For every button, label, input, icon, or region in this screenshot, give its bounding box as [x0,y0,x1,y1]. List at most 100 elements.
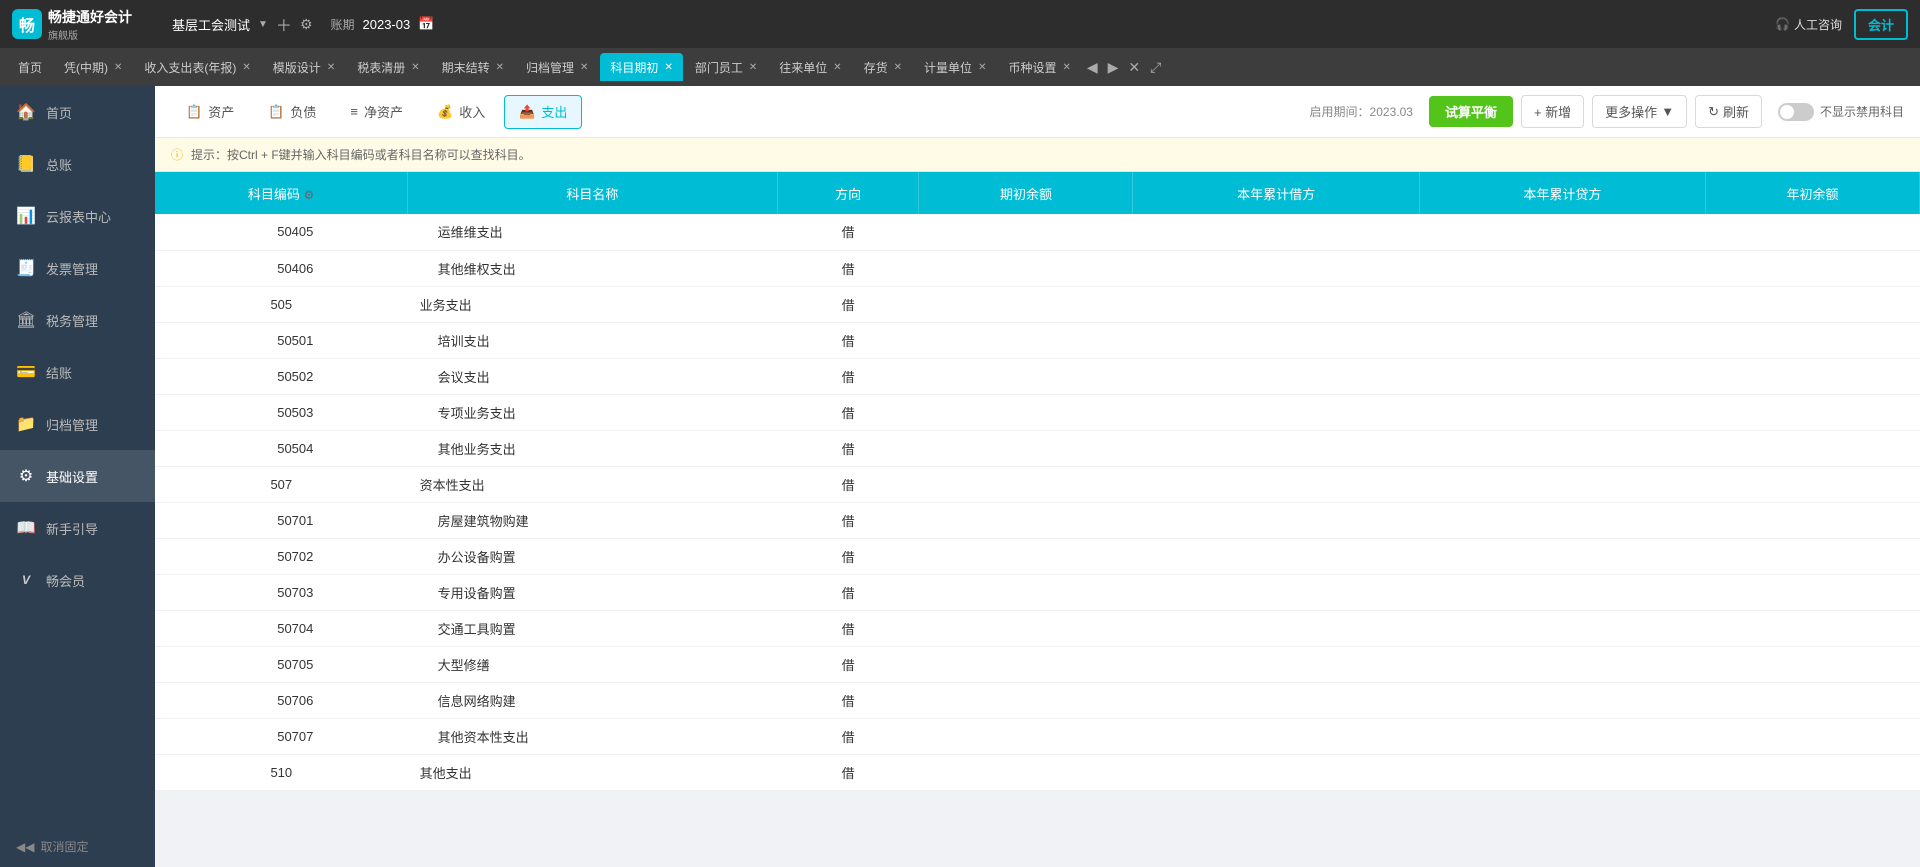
sidebar-item-tax[interactable]: 🏛 税务管理 [0,294,155,346]
cell-dir: 借 [777,646,919,682]
table-row[interactable]: 50701房屋建筑物购建借 [155,502,1920,538]
cell-ytd-credit [1419,358,1705,394]
tab-close-voucher[interactable]: ✕ [114,62,122,73]
cell-ytd-debit [1133,718,1419,754]
cell-opening [919,358,1133,394]
tab-income-cat[interactable]: 💰 收入 [422,95,500,129]
calendar-icon[interactable]: 📅 [418,16,434,32]
settings-icon[interactable]: ⚙ [300,16,313,33]
tab-liability[interactable]: 📋 负债 [253,95,331,129]
tab-template[interactable]: 模版设计 ✕ [263,53,345,81]
table-row[interactable]: 50405运维维支出借 [155,214,1920,250]
cell-ytd-credit [1419,718,1705,754]
table-row[interactable]: 50406其他维权支出借 [155,250,1920,286]
tab-asset[interactable]: 📋 资产 [171,95,249,129]
cell-opening [919,646,1133,682]
tab-tax[interactable]: 税表清册 ✕ [347,53,429,81]
tab-unit[interactable]: 计量单位 ✕ [914,53,996,81]
cell-dir: 借 [777,322,919,358]
tab-inventory[interactable]: 存货 ✕ [854,53,912,81]
th-year-opening: 年初余额 [1705,172,1919,214]
tab-expenditure[interactable]: 📤 支出 [504,95,582,129]
add-button[interactable]: + 新增 [1521,95,1584,128]
column-settings-icon[interactable]: ⚙ [303,188,314,202]
sidebar-item-vip[interactable]: V 畅会员 [0,554,155,606]
tab-close-unit[interactable]: ✕ [978,62,986,73]
more-button[interactable]: 更多操作 ▼ [1592,95,1687,128]
cell-year-opening [1705,466,1919,502]
table-header-row: 科目编码 ⚙ 科目名称 方向 期初余额 本年累计借方 本年累计贷方 年初余额 [155,172,1920,214]
sidebar-item-settings[interactable]: ⚙ 基础设置 [0,450,155,502]
table-row[interactable]: 50705大型修缮借 [155,646,1920,682]
table-row[interactable]: 50703专用设备购置借 [155,574,1920,610]
cell-opening [919,250,1133,286]
cell-name: 信息网络购建 [408,682,778,718]
balance-button[interactable]: 试算平衡 [1429,96,1513,127]
cell-year-opening [1705,286,1919,322]
table-row[interactable]: 507资本性支出借 [155,466,1920,502]
tab-close-archive[interactable]: ✕ [580,62,588,73]
toggle-disabled[interactable]: 不显示禁用科目 [1778,103,1904,121]
sidebar-item-ledger[interactable]: 📒 总账 [0,138,155,190]
sidebar-item-archive[interactable]: 📁 归档管理 [0,398,155,450]
refresh-button[interactable]: ↻ 刷新 [1695,95,1762,128]
tab-close-income[interactable]: ✕ [242,62,250,73]
th-dir: 方向 [777,172,919,214]
cell-code: 50501 [155,322,408,358]
toggle-track[interactable] [1778,103,1814,121]
tab-voucher[interactable]: 凭(中期) ✕ [54,53,132,81]
account-button[interactable]: 会计 [1854,9,1908,40]
tab-contact[interactable]: 往来单位 ✕ [769,53,851,81]
period-label: 账期 [331,16,355,33]
company-name[interactable]: 基层工会测试 [172,15,250,34]
cell-name: 业务支出 [408,286,778,322]
tab-income[interactable]: 收入支出表(年报) ✕ [134,53,260,81]
cell-ytd-credit [1419,538,1705,574]
table-row[interactable]: 50503专项业务支出借 [155,394,1920,430]
tab-home[interactable]: 首页 [8,53,52,81]
sidebar-item-invoice[interactable]: 🧾 发票管理 [0,242,155,294]
tab-subject-opening[interactable]: 科目期初 ✕ [600,53,682,81]
cell-year-opening [1705,250,1919,286]
tab-period-end[interactable]: 期末结转 ✕ [432,53,514,81]
sidebar-collapse[interactable]: ◀◀ 取消固定 [0,826,155,867]
tab-net-assets[interactable]: ≡ 净资产 [335,95,418,129]
table-row[interactable]: 50502会议支出借 [155,358,1920,394]
tab-maximize[interactable]: ⤢ [1146,59,1165,76]
tab-close-dept[interactable]: ✕ [749,62,757,73]
sidebar-item-home[interactable]: 🏠 首页 [0,86,155,138]
table-row[interactable]: 510其他支出借 [155,754,1920,790]
tab-currency[interactable]: 币种设置 ✕ [998,53,1080,81]
cell-ytd-credit [1419,646,1705,682]
tab-close-currency[interactable]: ✕ [1062,62,1070,73]
tab-close-period-end[interactable]: ✕ [496,62,504,73]
notice-text: 提示：按Ctrl + F键并输入科目编码或者科目名称可以查找科目。 [191,146,531,163]
sidebar-item-reports[interactable]: 📊 云报表中心 [0,190,155,242]
table-row[interactable]: 50504其他业务支出借 [155,430,1920,466]
table-row[interactable]: 50501培训支出借 [155,322,1920,358]
tab-close-tax[interactable]: ✕ [411,62,419,73]
support-button[interactable]: 🎧 人工咨询 [1775,16,1842,33]
sidebar-item-guide[interactable]: 📖 新手引导 [0,502,155,554]
tab-nav-right[interactable]: ▶ [1104,59,1123,76]
table-container[interactable]: 科目编码 ⚙ 科目名称 方向 期初余额 本年累计借方 本年累计贷方 年初余额 5… [155,172,1920,867]
tab-close-contact[interactable]: ✕ [833,62,841,73]
tab-department[interactable]: 部门员工 ✕ [685,53,767,81]
table-row[interactable]: 50707其他资本性支出借 [155,718,1920,754]
tab-close-all[interactable]: ✕ [1124,59,1144,76]
company-dropdown-icon[interactable]: ▼ [258,19,268,30]
table-row[interactable]: 50706信息网络购建借 [155,682,1920,718]
table-row[interactable]: 50704交通工具购置借 [155,610,1920,646]
tab-close-template[interactable]: ✕ [327,62,335,73]
tab-close-subject[interactable]: ✕ [664,62,672,73]
tab-archive[interactable]: 归档管理 ✕ [516,53,598,81]
table-row[interactable]: 50702办公设备购置借 [155,538,1920,574]
sidebar-item-settle[interactable]: 💳 结账 [0,346,155,398]
cell-dir: 借 [777,718,919,754]
cell-ytd-credit [1419,286,1705,322]
tab-nav-left[interactable]: ◀ [1083,59,1102,76]
add-company-icon[interactable]: ＋ [276,12,292,36]
cell-ytd-debit [1133,466,1419,502]
tab-close-inventory[interactable]: ✕ [894,62,902,73]
table-row[interactable]: 505业务支出借 [155,286,1920,322]
